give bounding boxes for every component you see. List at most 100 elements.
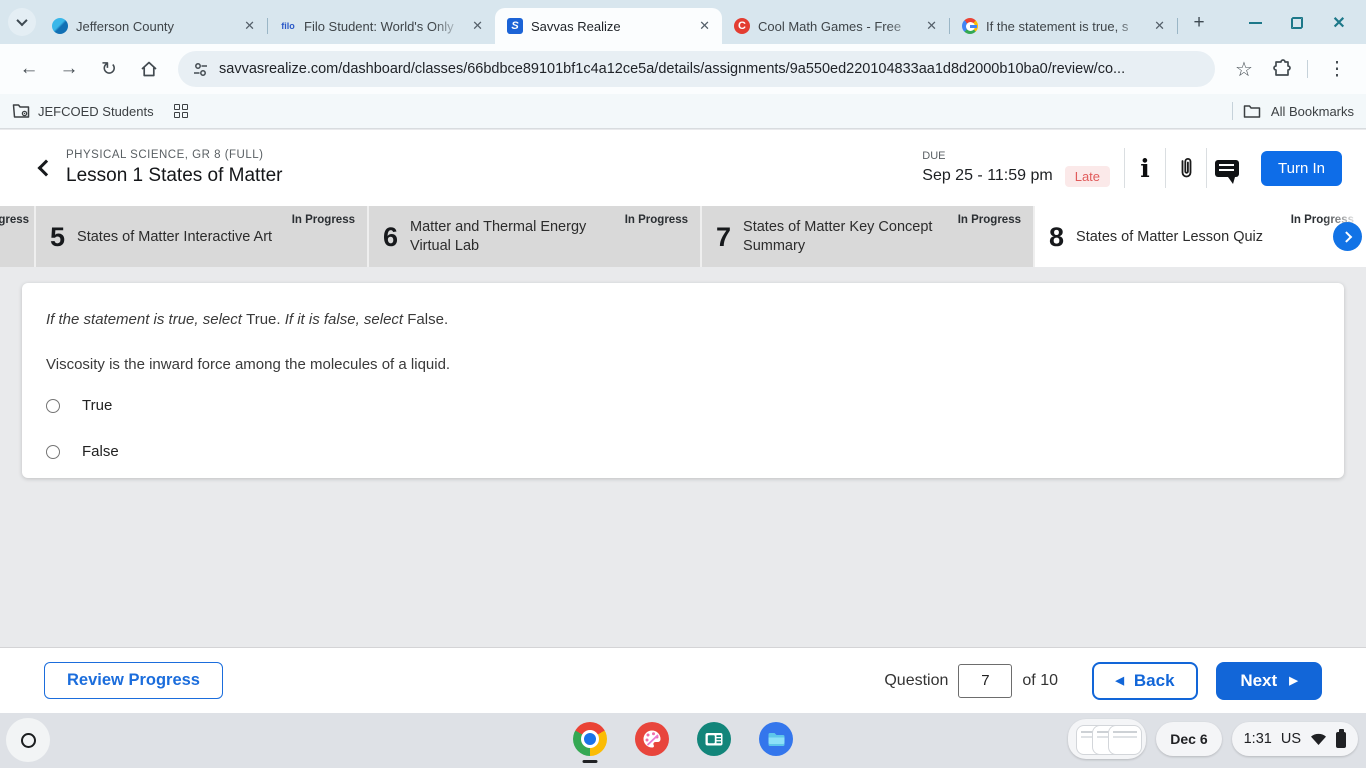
- reload-button[interactable]: ↻: [94, 54, 124, 84]
- site-settings-icon[interactable]: [192, 61, 209, 78]
- minimize-icon: [1248, 22, 1262, 24]
- kebab-menu-icon[interactable]: ⋮: [1322, 54, 1352, 84]
- close-window-button[interactable]: ✕: [1330, 14, 1348, 32]
- files-app-button[interactable]: [759, 722, 793, 756]
- option-false[interactable]: False: [46, 443, 1320, 460]
- apps-grid-icon[interactable]: [173, 103, 189, 119]
- restore-icon: [1291, 17, 1303, 29]
- info-icon: i: [1140, 153, 1150, 183]
- coolmath-favicon-icon: C: [734, 18, 750, 34]
- radio-button-false[interactable]: [46, 444, 60, 459]
- system-tray-button[interactable]: 1:31 US: [1231, 722, 1358, 756]
- instruction-part: If the statement is true, select: [46, 311, 247, 328]
- chrome-icon: [573, 722, 607, 756]
- back-button[interactable]: ←: [14, 54, 44, 84]
- launcher-button[interactable]: [6, 718, 50, 762]
- option-label: False: [82, 443, 119, 460]
- tab-title: If the statement is true, s: [986, 18, 1129, 34]
- back-question-button[interactable]: ◀ Back: [1092, 661, 1198, 700]
- all-bookmarks-label[interactable]: All Bookmarks: [1271, 104, 1354, 119]
- tab-jefferson-county[interactable]: Jefferson County ✕: [40, 8, 267, 44]
- comments-button[interactable]: [1207, 159, 1247, 184]
- address-bar[interactable]: savvasrealize.com/dashboard/classes/66bd…: [178, 51, 1215, 87]
- item-title: States of Matter Interactive Art: [77, 228, 273, 245]
- assignment-item-6[interactable]: 6 Matter and Thermal Energy Virtual Lab …: [369, 206, 702, 267]
- chromeos-shelf: Dec 6 1:31 US: [0, 713, 1366, 768]
- question-number-input[interactable]: [958, 663, 1013, 698]
- wifi-icon: [1311, 733, 1326, 745]
- canvas-app-button[interactable]: [635, 722, 669, 756]
- forward-button[interactable]: →: [54, 54, 84, 84]
- restore-button[interactable]: [1288, 14, 1306, 32]
- scroll-next-button[interactable]: [1333, 222, 1362, 251]
- info-button[interactable]: i: [1125, 156, 1165, 181]
- home-button[interactable]: [134, 54, 164, 84]
- date-button[interactable]: Dec 6: [1156, 722, 1222, 756]
- bookmark-jefcoed-students[interactable]: JEFCOED Students: [12, 103, 154, 119]
- tab-cool-math-games[interactable]: C Cool Math Games - Free ✕: [722, 8, 949, 44]
- tab-title: Savvas Realize: [531, 18, 621, 34]
- item-number: 8: [1049, 221, 1065, 252]
- shelf-status-tray: Dec 6 1:31 US: [1068, 719, 1358, 759]
- question-content-area: If the statement is true, select True. I…: [0, 267, 1366, 647]
- option-true[interactable]: True: [46, 397, 1320, 414]
- question-statement: Viscosity is the inward force among the …: [46, 356, 451, 373]
- assignment-item-5[interactable]: 5 States of Matter Interactive Art In Pr…: [36, 206, 369, 267]
- new-tab-button[interactable]: +: [1186, 10, 1212, 36]
- question-label: Question: [884, 671, 949, 689]
- extensions-puzzle-icon[interactable]: [1273, 59, 1293, 79]
- tab-google-search[interactable]: If the statement is true, s ✕: [950, 8, 1177, 44]
- browser-toolbar: ← → ↻ savvasrealize.com/dashboard/classe…: [0, 44, 1366, 94]
- due-date: Sep 25 - 11:59 pm: [922, 167, 1053, 184]
- tab-separator: [1177, 18, 1178, 34]
- assignment-item-overflow[interactable]: gress: [0, 206, 36, 267]
- close-icon[interactable]: ✕: [924, 18, 939, 34]
- close-icon[interactable]: ✕: [242, 18, 257, 34]
- turn-in-button[interactable]: Turn In: [1261, 150, 1342, 186]
- due-label: DUE: [922, 149, 946, 162]
- toolbar-divider: [1307, 60, 1308, 78]
- instruction-part: False.: [407, 311, 449, 328]
- close-icon[interactable]: ✕: [1152, 18, 1167, 34]
- question-total-label: of 10: [1022, 671, 1058, 689]
- close-icon[interactable]: ✕: [470, 18, 485, 34]
- window-preview-button[interactable]: [1068, 719, 1147, 759]
- due-block: DUE Sep 25 - 11:59 pm Late: [922, 149, 1111, 187]
- chrome-app-button[interactable]: [573, 722, 607, 763]
- tab-search-button[interactable]: [8, 8, 36, 36]
- review-progress-button[interactable]: Review Progress: [44, 662, 223, 699]
- item-title: States of Matter Key Concept Summary: [743, 219, 933, 254]
- browser-tab-bar: Jefferson County ✕ filo Filo Student: Wo…: [0, 0, 1366, 44]
- bookmark-label: JEFCOED Students: [38, 103, 154, 119]
- back-label: Back: [1133, 670, 1175, 690]
- triangle-left-icon: ◀: [1115, 675, 1124, 687]
- savvas-favicon-icon: S: [507, 18, 523, 34]
- chat-icon: [1215, 159, 1240, 184]
- bookmarks-divider: [1231, 102, 1233, 120]
- header-titles: PHYSICAL SCIENCE, GR 8 (FULL) Lesson 1 S…: [66, 149, 283, 187]
- assignment-item-8-active[interactable]: 8 States of Matter Lesson Quiz In Progre…: [1035, 206, 1366, 267]
- shelf-apps: [573, 722, 793, 763]
- close-icon[interactable]: ✕: [697, 18, 712, 34]
- item-title: Matter and Thermal Energy Virtual Lab: [410, 219, 587, 254]
- instruction-part: If it is false, select: [280, 311, 408, 328]
- tab-filo-student[interactable]: filo Filo Student: World's Only ✕: [268, 8, 495, 44]
- item-number: 6: [383, 221, 399, 252]
- url-text: savvasrealize.com/dashboard/classes/66bd…: [219, 61, 1126, 77]
- files-folder-icon: [759, 722, 793, 756]
- screencast-app-button[interactable]: [697, 722, 731, 756]
- status-badge: In Progress: [291, 214, 355, 226]
- back-chevron-icon[interactable]: [37, 159, 55, 177]
- minimize-button[interactable]: [1246, 14, 1264, 32]
- next-question-button[interactable]: Next ▶: [1216, 661, 1322, 700]
- item-title: States of Matter Lesson Quiz: [1076, 228, 1264, 245]
- attachments-button[interactable]: [1166, 155, 1206, 181]
- window-thumbnail: [1108, 725, 1143, 755]
- battery-icon: [1336, 728, 1346, 748]
- tab-savvas-realize[interactable]: S Savvas Realize ✕: [495, 8, 722, 44]
- assignment-item-7[interactable]: 7 States of Matter Key Concept Summary I…: [702, 206, 1035, 267]
- radio-button-true[interactable]: [46, 398, 60, 413]
- folder-icon: [1243, 104, 1261, 118]
- bookmark-star-icon[interactable]: ☆: [1229, 54, 1259, 84]
- status-badge: gress: [0, 214, 29, 226]
